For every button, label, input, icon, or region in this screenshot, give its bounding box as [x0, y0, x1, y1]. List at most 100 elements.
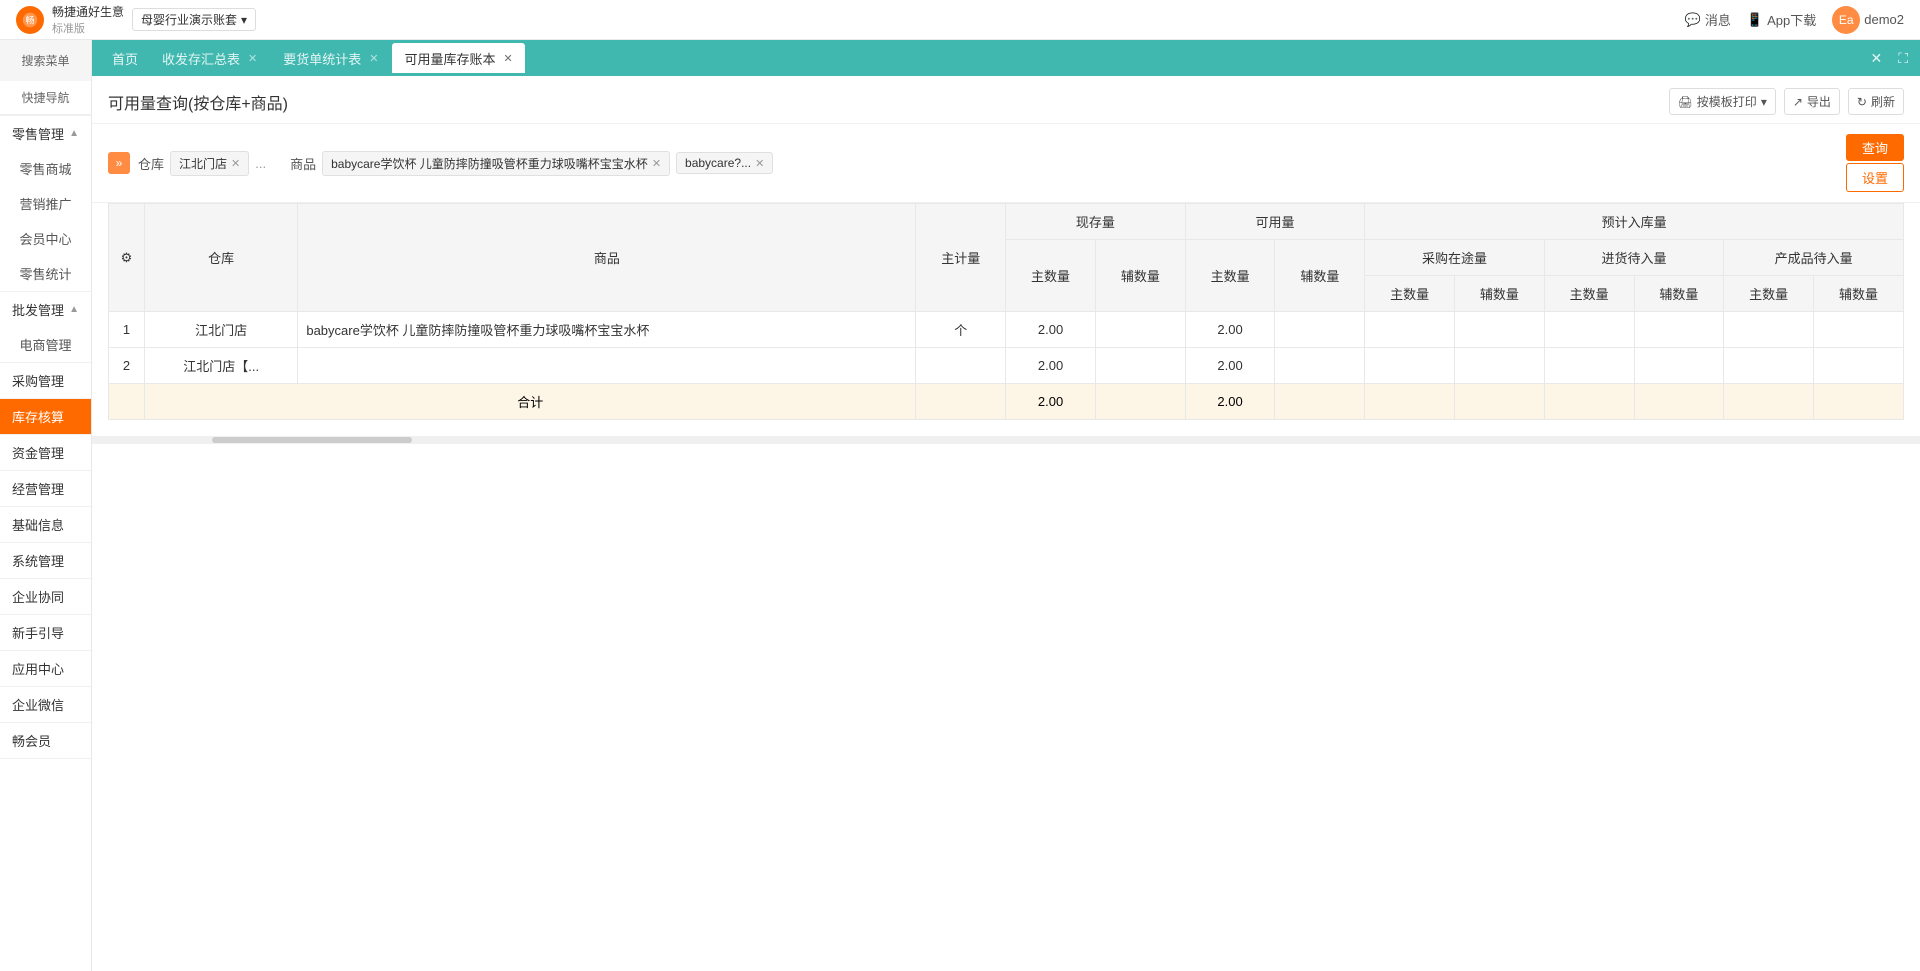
th-forecast: 预计入库量 [1365, 204, 1904, 240]
refresh-icon: ↻ [1857, 95, 1867, 109]
sidebar-item-marketing[interactable]: 营销推广 [0, 186, 91, 221]
tab-fullscreen-button[interactable]: ⛶ [1894, 46, 1912, 71]
cell-current-main: 2.00 [1006, 348, 1096, 384]
close-tab-order[interactable]: ✕ [369, 52, 378, 65]
filter-settings-button[interactable]: 设置 [1846, 163, 1904, 192]
th-prod-pending-aux: 辅数量 [1814, 276, 1904, 312]
sidebar-purchase-header[interactable]: 采购管理 [0, 363, 91, 398]
th-current-main: 主数量 [1006, 240, 1096, 312]
settings-icon[interactable]: ⚙ [121, 250, 133, 265]
cell-no: 2 [109, 348, 145, 384]
sidebar-item-retail-stats[interactable]: 零售统计 [0, 256, 91, 291]
tab-order-stats[interactable]: 要货单统计表 ✕ [271, 43, 390, 73]
sidebar-vip-header[interactable]: 畅会员 [0, 723, 91, 758]
export-icon: ↗ [1793, 95, 1803, 109]
th-current-aux: 辅数量 [1095, 240, 1185, 312]
th-avail-aux: 辅数量 [1275, 240, 1365, 312]
sidebar-section-vip: 畅会员 [0, 723, 91, 759]
sidebar-item-retail-mall[interactable]: 零售商城 [0, 151, 91, 186]
message-icon: 💬 [1685, 12, 1701, 28]
cell-product [298, 348, 916, 384]
footer-pur-transit-main [1365, 384, 1455, 420]
cell-avail-main: 2.00 [1185, 312, 1275, 348]
filter-row: » 仓库 江北门店 ✕ ... 商品 babycare学饮杯 儿童防摔防撞吸管杯… [92, 124, 1920, 203]
chevron-up-icon: ▲ [69, 128, 79, 139]
product-filter-group: 商品 babycare学饮杯 儿童防摔防撞吸管杯重力球吸嘴杯宝宝水杯 ✕ bab… [290, 151, 773, 176]
sidebar-section-basic: 基础信息 [0, 507, 91, 543]
footer-empty-settings [109, 384, 145, 420]
tab-home[interactable]: 首页 [100, 49, 150, 68]
sidebar-basic-header[interactable]: 基础信息 [0, 507, 91, 542]
th-prod-pending-main: 主数量 [1724, 276, 1814, 312]
tab-receive-summary[interactable]: 收发存汇总表 ✕ [150, 43, 269, 73]
sidebar-section-ops: 经营管理 [0, 471, 91, 507]
tab-inventory-book[interactable]: 可用量库存账本 ✕ [392, 43, 524, 73]
scrollbar-thumb[interactable] [212, 437, 412, 443]
cell-prod-pending-aux [1814, 312, 1904, 348]
warehouse-more-dots[interactable]: ... [255, 156, 266, 171]
sidebar-appcenter-header[interactable]: 应用中心 [0, 651, 91, 686]
sidebar-enterprise-header[interactable]: 企业协同 [0, 579, 91, 614]
cell-current-main: 2.00 [1006, 312, 1096, 348]
th-avail-main: 主数量 [1185, 240, 1275, 312]
app-download-button[interactable]: 📱 App下载 [1747, 10, 1816, 29]
industry-selector[interactable]: 母婴行业演示账套 ▾ [132, 8, 256, 31]
cell-prod-pending-main [1724, 312, 1814, 348]
remove-warehouse-tag[interactable]: ✕ [231, 157, 240, 170]
quick-nav-button[interactable]: 快捷导航 [0, 81, 91, 115]
filter-expand-button[interactable]: » [108, 152, 130, 174]
sidebar-section-enterprise: 企业协同 [0, 579, 91, 615]
close-tab-inventory[interactable]: ✕ [504, 52, 513, 65]
inventory-table: ⚙ 仓库 商品 主计量 现存量 可用量 预计入库量 主数量 [108, 203, 1904, 420]
message-button[interactable]: 💬 消息 [1685, 10, 1731, 29]
avatar: Ea [1832, 6, 1860, 34]
main-layout: 搜索菜单 快捷导航 零售管理 ▲ 零售商城 营销推广 会员中心 零售统计 批发管… [0, 40, 1920, 971]
remove-product-tag-2[interactable]: ✕ [755, 157, 764, 170]
remove-product-tag-1[interactable]: ✕ [652, 157, 661, 170]
sidebar-finance-header[interactable]: 资金管理 [0, 435, 91, 470]
table-footer-row: 合计 2.00 2.00 [109, 384, 1904, 420]
export-button[interactable]: ↗ 导出 [1784, 88, 1840, 115]
th-prod-pending: 产成品待入量 [1724, 240, 1904, 276]
cell-warehouse: 江北门店【... [145, 348, 298, 384]
query-button[interactable]: 查询 [1846, 134, 1904, 161]
cell-pur-transit-main [1365, 312, 1455, 348]
sidebar-newguide-header[interactable]: 新手引导 [0, 615, 91, 650]
sidebar-system-header[interactable]: 系统管理 [0, 543, 91, 578]
tab-close-all-button[interactable]: ✕ [1866, 46, 1886, 71]
th-settings: ⚙ [109, 204, 145, 312]
search-menu-button[interactable]: 搜索菜单 [8, 48, 83, 73]
cell-avail-aux [1275, 312, 1365, 348]
warehouse-filter-group: 仓库 江北门店 ✕ ... [138, 151, 266, 176]
sidebar-ops-header[interactable]: 经营管理 [0, 471, 91, 506]
close-tab-receive[interactable]: ✕ [248, 52, 257, 65]
svg-text:畅: 畅 [25, 14, 34, 25]
sidebar-inventory-header[interactable]: 库存核算 [0, 399, 91, 434]
sidebar-section-purchase: 采购管理 [0, 363, 91, 399]
page-inner: 可用量查询(按仓库+商品) 🖨 按模板打印 ▾ ↗ 导出 ↻ [92, 76, 1920, 971]
sidebar-quick-nav: 快捷导航 [0, 81, 91, 116]
sidebar-item-members[interactable]: 会员中心 [0, 221, 91, 256]
cell-unit: 个 [916, 312, 1006, 348]
sidebar-ent-wechat-header[interactable]: 企业微信 [0, 687, 91, 722]
cell-prod-pending-main [1724, 348, 1814, 384]
product-tag-2: babycare?... ✕ [676, 152, 773, 174]
sidebar-section-retail: 零售管理 ▲ 零售商城 营销推广 会员中心 零售统计 [0, 116, 91, 292]
sidebar-item-ecommerce[interactable]: 电商管理 [0, 327, 91, 362]
footer-avail-aux [1275, 384, 1365, 420]
sidebar-retail-header[interactable]: 零售管理 ▲ [0, 116, 91, 151]
table-row: 2 江北门店【... 2.00 2.00 [109, 348, 1904, 384]
th-pur-transit: 采购在途量 [1365, 240, 1545, 276]
printer-icon: 🖨 [1678, 95, 1693, 109]
sidebar-wholesale-header[interactable]: 批发管理 ▲ [0, 292, 91, 327]
refresh-button[interactable]: ↻ 刷新 [1848, 88, 1904, 115]
warehouse-tag: 江北门店 ✕ [170, 151, 249, 176]
horizontal-scrollbar[interactable] [92, 436, 1920, 444]
user-profile[interactable]: Ea demo2 [1832, 6, 1904, 34]
footer-current-main: 2.00 [1006, 384, 1096, 420]
sidebar-section-finance: 资金管理 [0, 435, 91, 471]
print-template-button[interactable]: 🖨 按模板打印 ▾ [1669, 88, 1776, 115]
cell-unit [916, 348, 1006, 384]
app-subtitle: 标准版 [52, 20, 124, 36]
warehouse-label: 仓库 [138, 154, 164, 173]
